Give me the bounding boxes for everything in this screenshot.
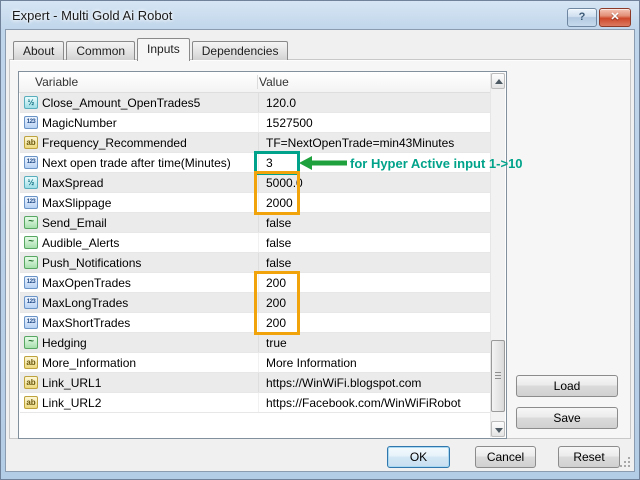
table-row[interactable]: 123 MaxLongTrades 200 xyxy=(20,293,491,313)
tab-dependencies[interactable]: Dependencies xyxy=(191,41,289,60)
table-row[interactable]: 123 MaxShortTrades 200 xyxy=(20,313,491,333)
table-row[interactable]: ab Frequency_Recommended TF=NextOpenTrade=… xyxy=(20,133,491,153)
table-row[interactable]: 123 MaxSlippage 2000 xyxy=(20,193,491,213)
variable-value[interactable]: https://WinWiFi.blogspot.com xyxy=(266,376,421,390)
table-row[interactable]: ~ Push_Notifications false xyxy=(20,253,491,273)
table-row[interactable]: 123 MagicNumber 1527500 xyxy=(20,113,491,133)
variable-value[interactable]: 120.0 xyxy=(266,96,296,110)
string-type-icon: ab xyxy=(24,376,38,389)
table-row[interactable]: ~ Audible_Alerts false xyxy=(20,233,491,253)
bool-type-icon: ~ xyxy=(24,216,38,229)
tab-common[interactable]: Common xyxy=(66,41,136,60)
variable-name: MaxShortTrades xyxy=(42,316,131,330)
variable-name: More_Information xyxy=(42,356,137,370)
help-icon: ? xyxy=(578,11,586,23)
int-type-icon: 123 xyxy=(24,196,38,209)
variable-value[interactable]: false xyxy=(266,236,291,250)
variable-name: Link_URL2 xyxy=(42,396,102,410)
load-button[interactable]: Load xyxy=(516,375,618,397)
variable-value[interactable]: 5000.0 xyxy=(266,176,303,190)
variable-value[interactable]: TF=NextOpenTrade=min43Minutes xyxy=(266,136,454,150)
variable-name: MagicNumber xyxy=(42,116,117,130)
variable-value[interactable]: 200 xyxy=(266,296,286,310)
window-title: Expert - Multi Gold Ai Robot xyxy=(12,8,173,23)
int-type-icon: 123 xyxy=(24,296,38,309)
variable-name: Audible_Alerts xyxy=(42,236,120,250)
variable-name: Hedging xyxy=(42,336,87,350)
string-type-icon: ab xyxy=(24,356,38,369)
variable-name: Push_Notifications xyxy=(42,256,142,270)
column-header-variable[interactable]: Variable xyxy=(35,75,78,89)
table-row[interactable]: ½ MaxSpread 5000.0 xyxy=(20,173,491,193)
variable-name: Close_Amount_OpenTrades5 xyxy=(42,96,201,110)
variable-value[interactable]: 2000 xyxy=(266,196,293,210)
scrollbar-thumb[interactable] xyxy=(491,340,505,412)
table-header: Variable Value xyxy=(19,72,490,93)
tab-inputs[interactable]: Inputs xyxy=(137,38,190,61)
double-type-icon: ½ xyxy=(24,176,38,189)
scroll-up-button[interactable] xyxy=(491,73,505,89)
reset-button[interactable]: Reset xyxy=(558,446,620,468)
tab-bar: About Common Inputs Dependencies xyxy=(13,37,290,61)
variable-value[interactable]: 3 xyxy=(266,156,273,170)
variable-name: MaxOpenTrades xyxy=(42,276,131,290)
variable-name: MaxSlippage xyxy=(42,196,112,210)
variable-name: MaxSpread xyxy=(42,176,104,190)
string-type-icon: ab xyxy=(24,136,38,149)
ok-button[interactable]: OK xyxy=(387,446,450,468)
bool-type-icon: ~ xyxy=(24,336,38,349)
variable-value[interactable]: 200 xyxy=(266,276,286,290)
annotation-arrow-icon xyxy=(299,156,347,170)
variable-value[interactable]: true xyxy=(266,336,287,350)
table-row[interactable]: ½ Close_Amount_OpenTrades5 120.0 xyxy=(20,93,491,113)
variable-name: Send_Email xyxy=(42,216,107,230)
table-row[interactable]: ~ Hedging true xyxy=(20,333,491,353)
variable-value[interactable]: More Information xyxy=(266,356,357,370)
table-row[interactable]: 123 MaxOpenTrades 200 xyxy=(20,273,491,293)
help-button[interactable]: ? xyxy=(567,8,597,27)
expert-properties-window: Expert - Multi Gold Ai Robot ? ✕ About Co… xyxy=(0,0,640,480)
annotation-text: for Hyper Active input 1->10 xyxy=(350,156,523,171)
variable-value[interactable]: https://Facebook.com/WinWiFiRobot xyxy=(266,396,461,410)
table-row[interactable]: ab Link_URL2 https://Facebook.com/WinWiFiR… xyxy=(20,393,491,413)
bool-type-icon: ~ xyxy=(24,256,38,269)
variable-value[interactable]: false xyxy=(266,216,291,230)
variable-name: Link_URL1 xyxy=(42,376,102,390)
title-bar: Expert - Multi Gold Ai Robot ? ✕ xyxy=(1,1,639,29)
save-button[interactable]: Save xyxy=(516,407,618,429)
bool-type-icon: ~ xyxy=(24,236,38,249)
scroll-down-button[interactable] xyxy=(491,421,505,437)
string-type-icon: ab xyxy=(24,396,38,409)
scroll-down-icon xyxy=(495,428,503,433)
cancel-button[interactable]: Cancel xyxy=(475,446,536,468)
table-row[interactable]: ab More_Information More Information xyxy=(20,353,491,373)
int-type-icon: 123 xyxy=(24,276,38,289)
variable-name: Frequency_Recommended xyxy=(42,136,187,150)
variable-value[interactable]: 1527500 xyxy=(266,116,313,130)
table-body: ½ Close_Amount_OpenTrades5 120.0 123 MagicNu… xyxy=(20,93,491,413)
inputs-tab-page: Variable Value ½ Close_Amount_OpenTrades5… xyxy=(9,59,631,439)
dialog-body: About Common Inputs Dependencies Variable V… xyxy=(5,29,635,472)
int-type-icon: 123 xyxy=(24,316,38,329)
variable-value[interactable]: false xyxy=(266,256,291,270)
column-header-value[interactable]: Value xyxy=(259,75,289,89)
double-type-icon: ½ xyxy=(24,96,38,109)
close-button[interactable]: ✕ xyxy=(599,8,631,27)
variable-value[interactable]: 200 xyxy=(266,316,286,330)
table-row[interactable]: ab Link_URL1 https://WinWiFi.blogspot.com xyxy=(20,373,491,393)
int-type-icon: 123 xyxy=(24,116,38,129)
int-type-icon: 123 xyxy=(24,156,38,169)
resize-grip[interactable] xyxy=(628,465,630,467)
table-row[interactable]: ~ Send_Email false xyxy=(20,213,491,233)
inputs-table: Variable Value ½ Close_Amount_OpenTrades5… xyxy=(18,71,523,439)
close-icon: ✕ xyxy=(610,11,620,23)
variable-name: MaxLongTrades xyxy=(42,296,129,310)
vertical-scrollbar[interactable] xyxy=(490,73,505,437)
variable-name: Next open trade after time(Minutes) xyxy=(42,156,231,170)
scroll-up-icon xyxy=(495,79,503,84)
tab-about[interactable]: About xyxy=(13,41,65,60)
